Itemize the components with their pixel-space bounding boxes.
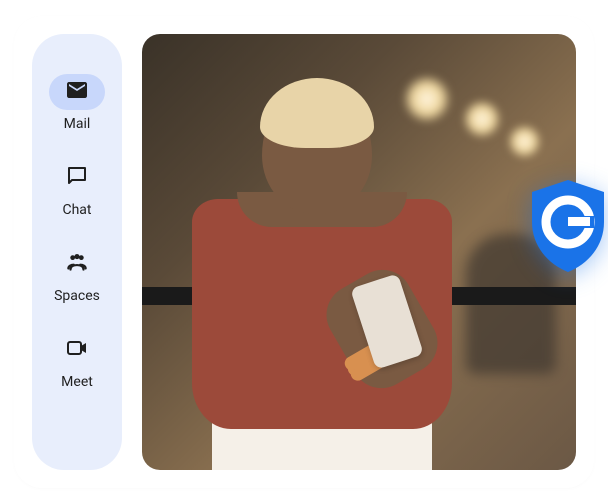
sidebar-item-spaces[interactable]: Spaces bbox=[49, 246, 105, 304]
sidebar-item-label: Spaces bbox=[54, 288, 100, 304]
sidebar-item-mail[interactable]: Mail bbox=[49, 74, 105, 132]
meet-icon-wrap bbox=[49, 332, 105, 368]
sidebar-item-meet[interactable]: Meet bbox=[49, 332, 105, 390]
chat-icon-wrap bbox=[49, 160, 105, 196]
mail-icon bbox=[65, 78, 89, 106]
chat-icon bbox=[65, 164, 89, 192]
sidebar-item-label: Meet bbox=[61, 374, 93, 390]
meet-icon bbox=[65, 336, 89, 364]
sidebar-item-label: Mail bbox=[64, 116, 91, 132]
sidebar-nav: Mail Chat bbox=[32, 34, 122, 470]
security-shield-badge: G bbox=[526, 178, 608, 274]
hero-photo bbox=[142, 34, 576, 470]
spaces-icon-wrap bbox=[49, 246, 105, 282]
sidebar-item-label: Chat bbox=[62, 202, 91, 218]
photo-scene bbox=[142, 34, 576, 470]
app-card: Mail Chat bbox=[14, 16, 594, 488]
spaces-icon bbox=[64, 249, 90, 279]
mail-icon-wrap bbox=[49, 74, 105, 110]
shield-letter: G bbox=[568, 207, 579, 226]
sidebar-item-chat[interactable]: Chat bbox=[49, 160, 105, 218]
